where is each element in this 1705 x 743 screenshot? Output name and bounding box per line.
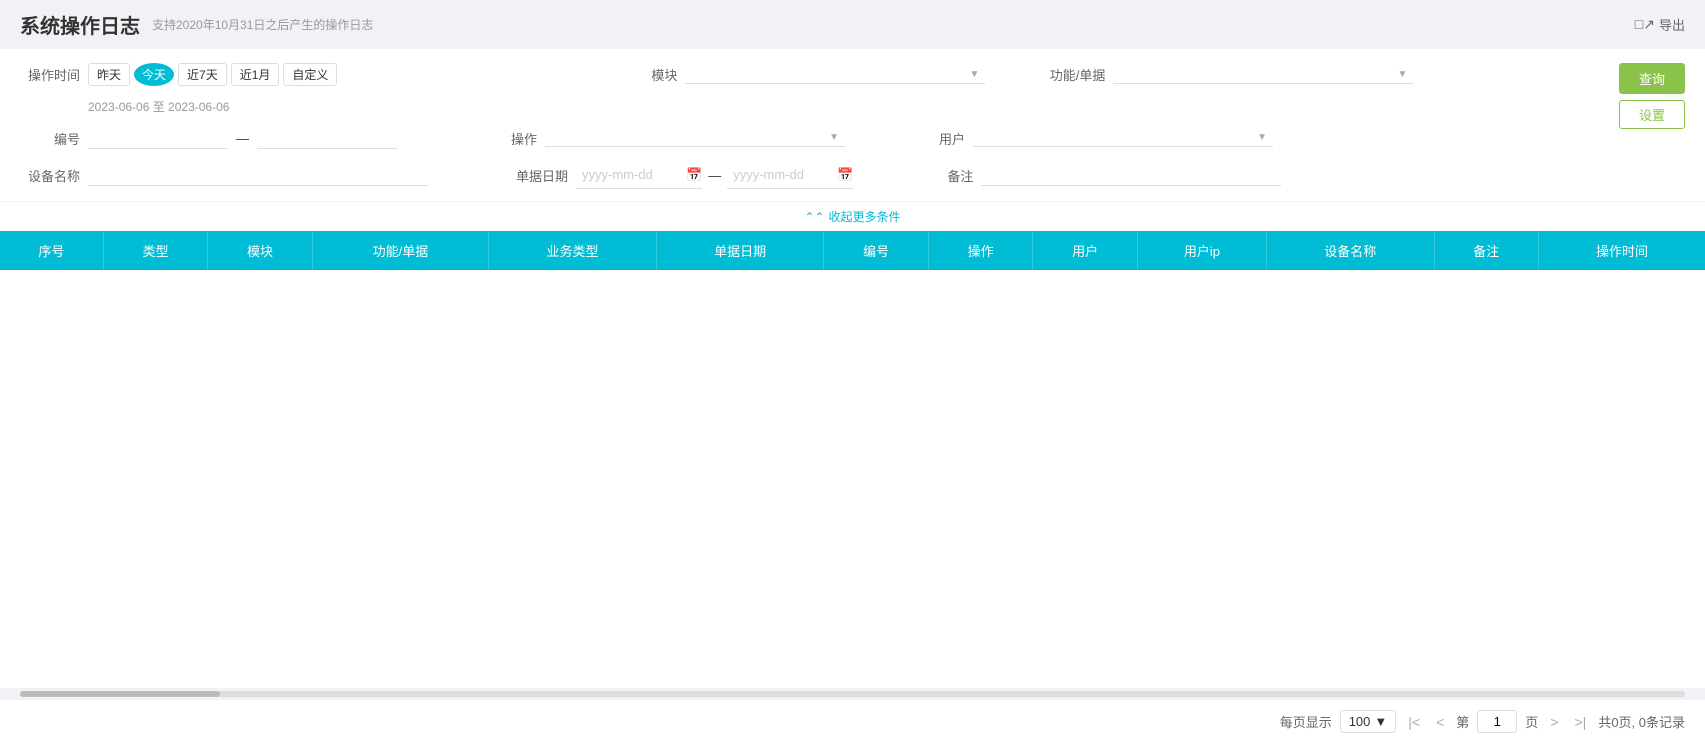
date-range-display: 2023-06-06 至 2023-06-06 — [88, 98, 1565, 115]
table-header-row: 序号 类型 模块 功能/单据 业务类型 单据日期 编号 操作 用户 用户ip 设… — [0, 231, 1705, 270]
time-btn-yesterday[interactable]: 昨天 — [88, 63, 130, 86]
user-select[interactable]: ▼ — [973, 129, 1273, 147]
col-op: 操作 — [928, 231, 1032, 270]
filter-section: 操作时间 昨天 今天 近7天 近1月 自定义 模块 ▼ — [0, 49, 1705, 201]
doc-date-label: 单据日期 — [508, 166, 568, 185]
table-header: 序号 类型 模块 功能/单据 业务类型 单据日期 编号 操作 用户 用户ip 设… — [0, 231, 1705, 270]
col-seq: 序号 — [0, 231, 103, 270]
col-user-ip: 用户ip — [1137, 231, 1266, 270]
col-remark: 备注 — [1434, 231, 1538, 270]
remark-input[interactable] — [981, 164, 1281, 186]
pagination: 每页显示 100 ▼ |< < 第 1 页 > >| 共0页, 0条记录 — [0, 700, 1705, 743]
num-input-to[interactable] — [257, 127, 397, 149]
device-input[interactable] — [88, 164, 428, 186]
time-btn-custom[interactable]: 自定义 — [283, 63, 337, 86]
export-button[interactable]: □↗ 导出 — [1635, 15, 1685, 34]
export-label: 导出 — [1659, 15, 1685, 34]
page-header: 系统操作日志 支持2020年10月31日之后产生的操作日志 □↗ 导出 — [0, 0, 1705, 49]
page-subtitle: 支持2020年10月31日之后产生的操作日志 — [152, 16, 373, 33]
op-label: 操作 — [477, 129, 537, 148]
per-page-select[interactable]: 100 ▼ — [1340, 710, 1397, 733]
settings-button[interactable]: 设置 — [1619, 100, 1685, 129]
calendar-from-icon[interactable]: 📅 — [686, 167, 702, 183]
collapse-bar: ⌃⌃ 收起更多条件 — [0, 201, 1705, 231]
user-label: 用户 — [905, 129, 965, 148]
date-dash-sep: — — [708, 168, 721, 183]
func-label: 功能/单据 — [1045, 65, 1105, 84]
export-icon: □↗ — [1635, 16, 1655, 33]
col-user: 用户 — [1033, 231, 1137, 270]
num-dash: — — [236, 131, 249, 146]
num-label: 编号 — [20, 129, 80, 148]
time-btn-7days[interactable]: 近7天 — [178, 63, 227, 86]
collapse-label: 收起更多条件 — [829, 208, 901, 225]
data-table: 序号 类型 模块 功能/单据 业务类型 单据日期 编号 操作 用户 用户ip 设… — [0, 231, 1705, 270]
col-type: 类型 — [103, 231, 207, 270]
per-page-value: 100 — [1349, 714, 1371, 729]
calendar-to-icon[interactable]: 📅 — [837, 167, 853, 183]
filter-row-3: 设备名称 单据日期 📅 — 📅 备注 — [20, 161, 1565, 189]
time-filter-group: 昨天 今天 近7天 近1月 自定义 — [88, 63, 337, 86]
col-biz-type: 业务类型 — [489, 231, 657, 270]
filter-row-1: 操作时间 昨天 今天 近7天 近1月 自定义 模块 ▼ — [20, 63, 1565, 86]
module-chevron-icon: ▼ — [970, 69, 980, 80]
func-select[interactable]: ▼ — [1113, 66, 1413, 84]
page-label: 第 — [1456, 712, 1469, 731]
page-suffix: 页 — [1525, 712, 1538, 731]
filter-row-2: 编号 — 操作 ▼ 用户 ▼ — [20, 127, 1565, 149]
page-container: 系统操作日志 支持2020年10月31日之后产生的操作日志 □↗ 导出 操作时间… — [0, 0, 1705, 743]
filter-rows-wrapper: 操作时间 昨天 今天 近7天 近1月 自定义 模块 ▼ — [20, 63, 1685, 189]
collapse-button[interactable]: ⌃⌃ 收起更多条件 — [804, 208, 900, 225]
remark-label: 备注 — [913, 166, 973, 185]
time-btn-today[interactable]: 今天 — [134, 63, 174, 86]
col-module: 模块 — [208, 231, 312, 270]
collapse-up-icon: ⌃⌃ — [804, 210, 824, 224]
page-first-button[interactable]: |< — [1404, 712, 1424, 732]
doc-date-from-wrapper: 📅 — [576, 161, 702, 189]
op-select[interactable]: ▼ — [545, 129, 845, 147]
col-doc-date: 单据日期 — [656, 231, 824, 270]
time-label: 操作时间 — [20, 65, 80, 84]
col-device: 设备名称 — [1266, 231, 1434, 270]
device-label: 设备名称 — [20, 166, 80, 185]
doc-date-from[interactable] — [576, 164, 686, 185]
date-range-text: 2023-06-06 至 2023-06-06 — [88, 100, 229, 114]
page-next-button[interactable]: > — [1546, 712, 1562, 732]
time-btn-1month[interactable]: 近1月 — [231, 63, 280, 86]
num-input-from[interactable] — [88, 127, 228, 149]
total-info: 共0页, 0条记录 — [1598, 712, 1685, 731]
module-select[interactable]: ▼ — [685, 66, 985, 84]
doc-date-to[interactable] — [727, 164, 837, 185]
user-chevron-icon: ▼ — [1257, 132, 1267, 143]
scrollbar-area[interactable] — [0, 688, 1705, 700]
doc-date-to-wrapper: 📅 — [727, 161, 853, 189]
page-title: 系统操作日志 — [20, 10, 140, 39]
query-button[interactable]: 查询 — [1619, 63, 1685, 94]
per-page-chevron-icon: ▼ — [1374, 714, 1387, 729]
col-func: 功能/单据 — [312, 231, 488, 270]
op-chevron-icon: ▼ — [829, 132, 839, 143]
module-label: 模块 — [617, 65, 677, 84]
time-buttons: 昨天 今天 近7天 近1月 自定义 — [88, 63, 337, 86]
scrollbar-track — [20, 691, 1685, 697]
table-container: 序号 类型 模块 功能/单据 业务类型 单据日期 编号 操作 用户 用户ip 设… — [0, 231, 1705, 688]
scrollbar-thumb[interactable] — [20, 691, 220, 697]
col-num: 编号 — [824, 231, 928, 270]
page-number-input[interactable]: 1 — [1477, 710, 1517, 733]
per-page-label: 每页显示 — [1280, 712, 1332, 731]
col-op-time: 操作时间 — [1539, 231, 1705, 270]
right-buttons: 查询 设置 — [1619, 63, 1685, 129]
page-last-button[interactable]: >| — [1571, 712, 1591, 732]
func-chevron-icon: ▼ — [1398, 69, 1408, 80]
page-prev-button[interactable]: < — [1432, 712, 1448, 732]
